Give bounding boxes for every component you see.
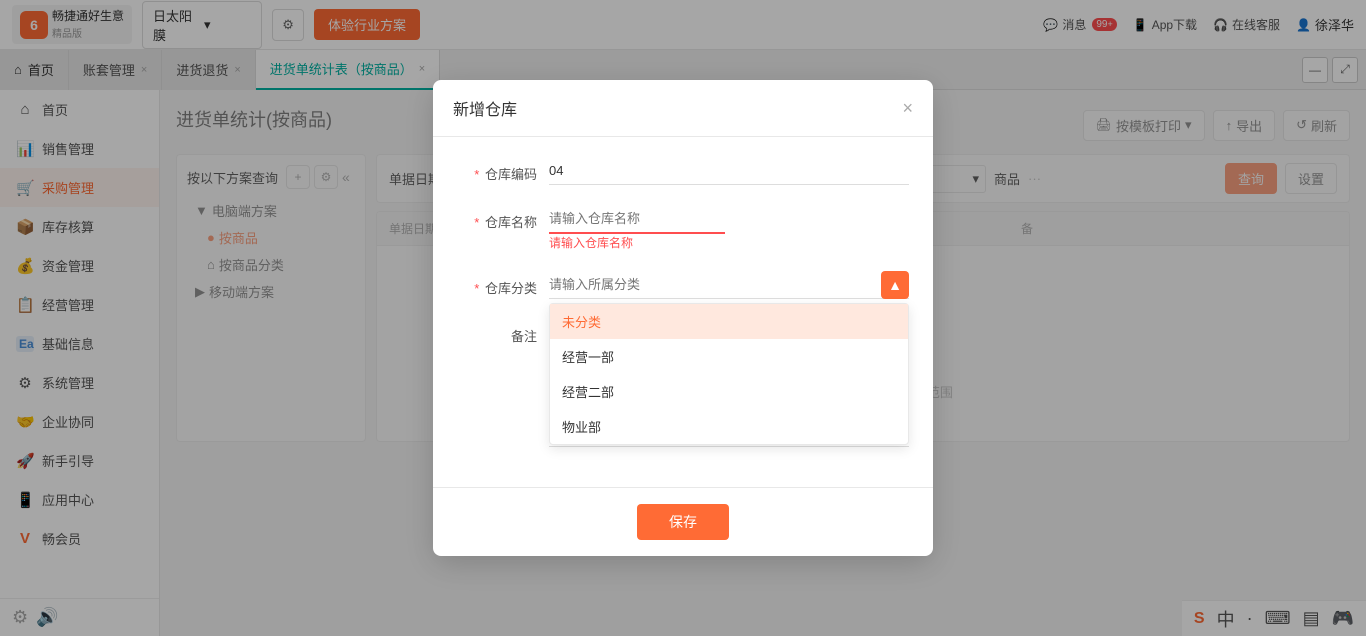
code-label-text: 仓库编码 [485, 167, 537, 182]
modal-close-button[interactable]: × [902, 98, 913, 119]
dropdown-item-ops1[interactable]: 经营一部 [550, 339, 908, 374]
category-label: * 仓库分类 [457, 271, 537, 297]
category-select-wrapper: ▲ 未分类 经营一部 经营二部 物业部 [549, 271, 909, 299]
dropdown-item-uncategorized[interactable]: 未分类 [550, 304, 908, 339]
required-mark-category: * [474, 281, 479, 296]
save-button[interactable]: 保存 [637, 504, 729, 540]
category-arrow-button[interactable]: ▲ [881, 271, 909, 299]
name-label: * 仓库名称 [457, 205, 537, 234]
form-row-name: * 仓库名称 请输入仓库名称 [457, 205, 909, 251]
chevron-up-icon: ▲ [888, 277, 902, 293]
modal-footer: 保存 [433, 487, 933, 556]
code-label: * 仓库编码 [457, 157, 537, 183]
remark-label: 备注 [457, 319, 537, 345]
modal-title: 新增仓库 [453, 96, 517, 120]
category-label-text: 仓库分类 [485, 281, 537, 296]
name-error-msg: 请输入仓库名称 [549, 236, 633, 250]
name-label-text: 仓库名称 [485, 215, 537, 230]
code-input[interactable] [549, 157, 909, 185]
form-row-code: * 仓库编码 [457, 157, 909, 185]
category-input[interactable] [549, 271, 909, 299]
modal-header: 新增仓库 × [433, 80, 933, 137]
required-mark-code: * [474, 167, 479, 182]
name-input[interactable] [549, 205, 725, 234]
form-row-category: * 仓库分类 ▲ 未分类 经营一部 经营二部 物业部 [457, 271, 909, 299]
modal-body: * 仓库编码 * 仓库名称 请输入仓库名称 [433, 137, 933, 487]
dropdown-item-ops2[interactable]: 经营二部 [550, 374, 908, 409]
dropdown-item-property[interactable]: 物业部 [550, 409, 908, 444]
required-mark-name: * [474, 215, 479, 230]
category-dropdown: 未分类 经营一部 经营二部 物业部 [549, 303, 909, 445]
modal-overlay: 新增仓库 × * 仓库编码 * 仓库名称 [0, 0, 1366, 636]
new-warehouse-modal: 新增仓库 × * 仓库编码 * 仓库名称 [433, 80, 933, 556]
